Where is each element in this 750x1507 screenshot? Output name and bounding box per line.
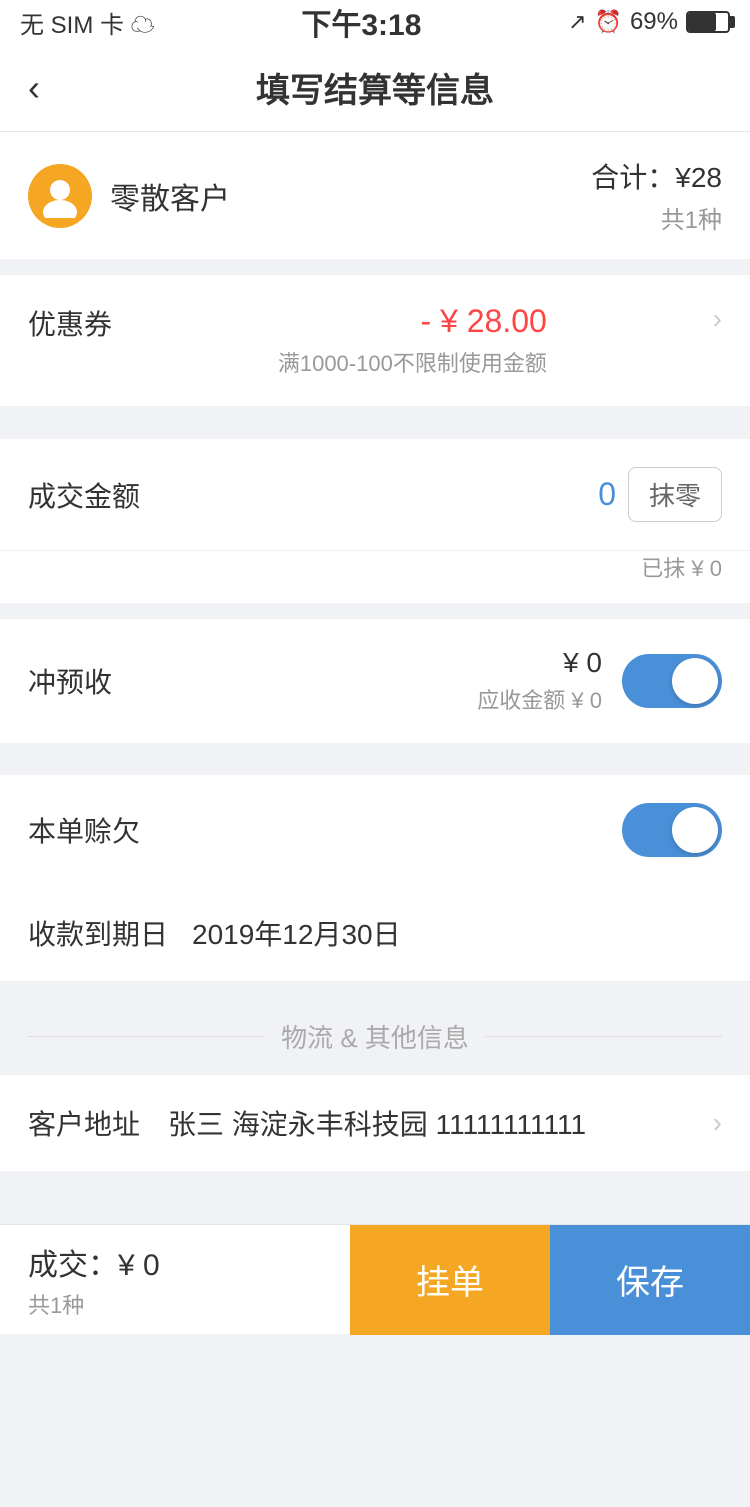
status-left: 无 SIM 卡 ☁	[20, 5, 155, 40]
customer-address-row[interactable]: 客户地址 张三 海淀永丰科技园 11111111111 ›	[0, 1075, 750, 1171]
bottom-amount-label: 成交：	[28, 1249, 118, 1282]
toggle-knob-credit	[672, 807, 718, 853]
logistics-title: 物流 & 其他信息	[281, 1018, 469, 1055]
transaction-amount-input[interactable]	[536, 476, 616, 513]
battery-fill	[688, 13, 716, 31]
coupon-desc: 满1000-100不限制使用金额	[278, 346, 547, 378]
back-button[interactable]: ‹	[28, 67, 40, 109]
credit-row: 本单赊欠	[0, 775, 750, 885]
coupon-row[interactable]: 优惠券 - ¥ 28.00 满1000-100不限制使用金额 ›	[0, 275, 750, 407]
customer-name: 零散客户	[110, 174, 230, 218]
address-value: 张三 海淀永丰科技园 11111111111	[168, 1103, 713, 1143]
due-date-row[interactable]: 收款到期日 2019年12月30日	[0, 885, 750, 982]
section-line-right	[485, 1036, 722, 1037]
coupon-right: - ¥ 28.00 满1000-100不限制使用金额	[278, 303, 547, 378]
prepayment-row: 冲预收 ¥ 0 应收金额 ¥ 0	[0, 619, 750, 743]
customer-summary: 合计：¥28 共1种	[591, 156, 722, 235]
battery-icon	[686, 11, 730, 33]
prepayment-value: ¥ 0	[477, 647, 602, 679]
prepayment-label: 冲预收	[28, 661, 112, 701]
customer-left: 零散客户	[28, 164, 230, 228]
total-count: 共1种	[591, 200, 722, 235]
nav-bar: ‹ 填写结算等信息	[0, 44, 750, 132]
bottom-summary: 成交：¥ 0 共1种	[0, 1240, 350, 1320]
due-date-label: 收款到期日	[28, 913, 168, 953]
status-bar: 无 SIM 卡 ☁ 下午3:18 ↗ ⏰ 69%	[0, 0, 750, 44]
customer-row: 零散客户 合计：¥28 共1种	[0, 132, 750, 259]
credit-label: 本单赊欠	[28, 810, 140, 850]
location-icon: ↗	[568, 9, 586, 35]
page-title: 填写结算等信息	[256, 63, 494, 112]
bottom-count: 共1种	[28, 1288, 322, 1320]
section-line-left	[28, 1036, 265, 1037]
battery-percent: 69%	[630, 8, 678, 36]
coupon-label: 优惠券	[28, 303, 112, 343]
logistics-header: 物流 & 其他信息	[0, 998, 750, 1075]
separator-2	[0, 759, 750, 775]
coupon-value: - ¥ 28.00	[278, 303, 547, 340]
prepayment-toggle[interactable]	[622, 654, 722, 708]
prepayment-sub: 应收金额 ¥ 0	[477, 683, 602, 715]
bottom-bar: 成交：¥ 0 共1种 挂单 保存	[0, 1224, 750, 1334]
status-time: 下午3:18	[301, 0, 421, 44]
toggle-knob	[672, 658, 718, 704]
bottom-amount: 成交：¥ 0	[28, 1240, 322, 1284]
separator-1	[0, 423, 750, 439]
status-right: ↗ ⏰ 69%	[568, 8, 730, 36]
rounding-button[interactable]: 抹零	[628, 467, 722, 522]
total-amount: 合计：¥28	[591, 156, 722, 196]
address-chevron-icon: ›	[713, 1107, 722, 1139]
rounding-sub: 已抹 ¥ 0	[641, 556, 722, 581]
avatar	[28, 164, 92, 228]
alarm-icon: ⏰	[595, 9, 622, 35]
address-label: 客户地址	[28, 1103, 140, 1143]
credit-toggle[interactable]	[622, 803, 722, 857]
due-date-value: 2019年12月30日	[192, 913, 401, 953]
transaction-amount-label: 成交金额	[28, 475, 140, 515]
save-button[interactable]: 保存	[550, 1225, 750, 1335]
transaction-amount-right: 抹零	[536, 467, 722, 522]
hang-button[interactable]: 挂单	[350, 1225, 550, 1335]
transaction-amount-row: 成交金额 抹零	[0, 439, 750, 551]
bottom-amount-value: ¥ 0	[118, 1249, 160, 1282]
chevron-icon: ›	[713, 303, 722, 335]
sim-indicator: 无 SIM 卡 ☁	[20, 5, 155, 40]
